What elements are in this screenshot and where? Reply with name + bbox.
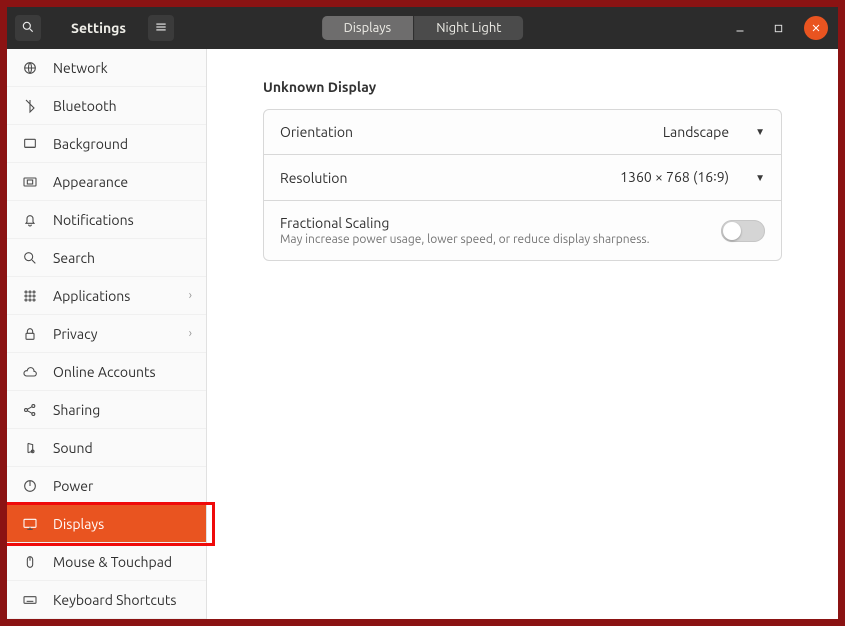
sidebar: Network Bluetooth Background Appearance Noti… [7, 49, 207, 619]
sidebar-item-label: Appearance [53, 174, 192, 190]
window-maximize-button[interactable] [766, 16, 790, 40]
sidebar-item-label: Sharing [53, 402, 192, 418]
sidebar-item-label: Applications [53, 288, 175, 304]
sidebar-item-bluetooth[interactable]: Bluetooth [7, 87, 206, 125]
sidebar-item-sound[interactable]: Sound [7, 429, 206, 467]
sidebar-item-applications[interactable]: Applications › [7, 277, 206, 315]
sidebar-item-appearance[interactable]: Appearance [7, 163, 206, 201]
orientation-row[interactable]: Orientation Landscape ▼ [264, 110, 781, 154]
tab-displays[interactable]: Displays [322, 16, 414, 40]
background-icon [21, 136, 39, 152]
row-label: Resolution [280, 170, 347, 186]
sidebar-item-label: Privacy [53, 326, 175, 342]
mouse-icon [21, 554, 39, 570]
applications-icon [21, 288, 39, 304]
fractional-scaling-row: Fractional Scaling May increase power us… [264, 200, 781, 260]
hamburger-button[interactable] [148, 15, 174, 41]
sidebar-item-online-accounts[interactable]: Online Accounts [7, 353, 206, 391]
row-label: Fractional Scaling [280, 215, 650, 231]
sidebar-item-power[interactable]: Power [7, 467, 206, 505]
sidebar-item-label: Background [53, 136, 192, 152]
fractional-scaling-toggle[interactable] [721, 220, 765, 242]
sidebar-item-mouse-touchpad[interactable]: Mouse & Touchpad [7, 543, 206, 581]
notifications-icon [21, 212, 39, 228]
sidebar-item-label: Online Accounts [53, 364, 192, 380]
section-title: Unknown Display [263, 79, 782, 95]
chevron-right-icon: › [189, 289, 192, 302]
search-icon [21, 20, 35, 37]
sidebar-item-label: Displays [53, 516, 192, 532]
cloud-icon [21, 364, 39, 380]
hamburger-icon [154, 20, 168, 37]
row-subtext: May increase power usage, lower speed, o… [280, 233, 650, 246]
sound-icon [21, 440, 39, 456]
content-panel: Unknown Display Orientation Landscape ▼ … [207, 49, 838, 619]
chevron-right-icon: › [189, 327, 192, 340]
power-icon [21, 478, 39, 494]
sidebar-item-label: Power [53, 478, 192, 494]
window-minimize-button[interactable] [728, 16, 752, 40]
row-label: Orientation [280, 124, 353, 140]
chevron-down-icon: ▼ [755, 126, 765, 138]
sidebar-item-label: Network [53, 60, 192, 76]
sidebar-item-network[interactable]: Network [7, 49, 206, 87]
appearance-icon [21, 174, 39, 190]
search-button[interactable] [15, 15, 41, 41]
row-value: Landscape [663, 124, 729, 140]
sidebar-item-notifications[interactable]: Notifications [7, 201, 206, 239]
sidebar-item-label: Search [53, 250, 192, 266]
sidebar-item-privacy[interactable]: Privacy › [7, 315, 206, 353]
bluetooth-icon [21, 98, 39, 114]
sidebar-item-label: Bluetooth [53, 98, 192, 114]
sidebar-item-search[interactable]: Search [7, 239, 206, 277]
display-settings-card: Orientation Landscape ▼ Resolution 1360 … [263, 109, 782, 261]
privacy-icon [21, 326, 39, 342]
sidebar-item-label: Notifications [53, 212, 192, 228]
keyboard-icon [21, 592, 39, 608]
window-close-button[interactable] [804, 16, 828, 40]
sidebar-item-sharing[interactable]: Sharing [7, 391, 206, 429]
sidebar-item-background[interactable]: Background [7, 125, 206, 163]
titlebar: Settings Displays Night Light [7, 7, 838, 49]
sidebar-item-keyboard-shortcuts[interactable]: Keyboard Shortcuts [7, 581, 206, 619]
sidebar-item-label: Keyboard Shortcuts [53, 592, 192, 608]
network-icon [21, 60, 39, 76]
displays-icon [21, 516, 39, 532]
app-title: Settings [71, 20, 126, 36]
sidebar-item-label: Sound [53, 440, 192, 456]
search-icon [21, 250, 39, 266]
sharing-icon [21, 402, 39, 418]
chevron-down-icon: ▼ [755, 172, 765, 184]
row-value: 1360 × 768 (16∶9) [620, 169, 729, 186]
resolution-row[interactable]: Resolution 1360 × 768 (16∶9) ▼ [264, 154, 781, 200]
sidebar-item-label: Mouse & Touchpad [53, 554, 192, 570]
tab-switcher: Displays Night Light [322, 16, 524, 40]
tab-night-light[interactable]: Night Light [413, 16, 523, 40]
sidebar-item-displays[interactable]: Displays [7, 505, 206, 543]
